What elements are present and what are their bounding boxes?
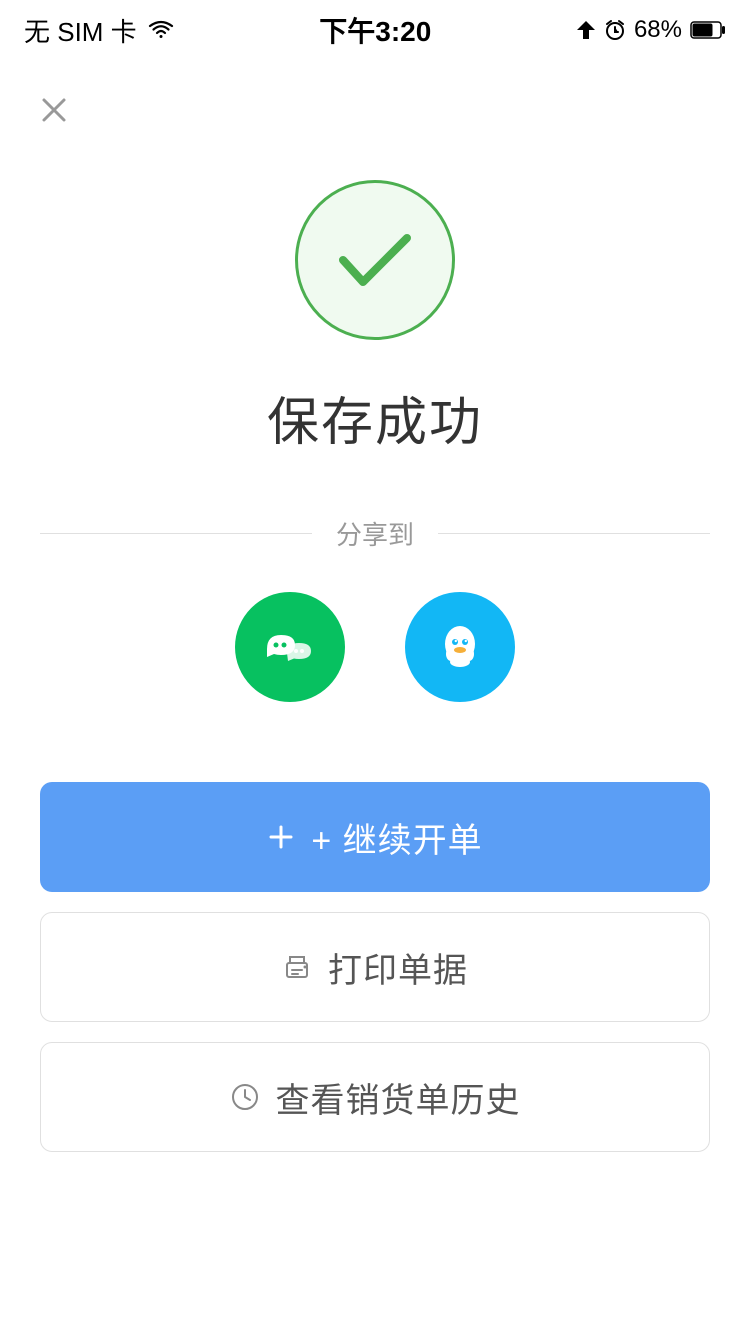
print-label: 打印单据 [328,943,468,992]
no-sim-text: 无 SIM 卡 [24,12,137,49]
qq-icon [429,616,491,678]
main-content: 保存成功 分享到 [0,160,750,1334]
battery-percent: 68% [634,16,682,44]
share-wechat-button[interactable] [235,592,345,702]
continue-button[interactable]: + 继续开单 [40,782,710,892]
share-qq-button[interactable] [405,592,515,702]
divider-left [40,533,312,534]
status-right: 68% [576,16,726,44]
close-button[interactable] [24,80,84,140]
share-divider: 分享到 [40,515,710,552]
battery-icon [690,21,726,39]
divider-right [438,533,710,534]
success-circle [295,180,455,340]
history-icon [230,1082,260,1112]
checkmark-icon [335,230,415,290]
status-left: 无 SIM 卡 [24,12,175,49]
history-label: 查看销货单历史 [276,1073,521,1122]
plus-icon [267,823,295,851]
continue-label: + 继续开单 [311,813,482,862]
status-time: 下午3:20 [319,10,431,50]
wechat-icon [259,621,321,673]
alarm-icon [604,19,626,41]
actions: + 继续开单 打印单据 查看销货单历史 [40,782,710,1152]
share-row [235,592,515,702]
print-icon [282,953,312,981]
print-button[interactable]: 打印单据 [40,912,710,1022]
success-title: 保存成功 [267,380,483,455]
location-icon [576,20,596,40]
status-bar: 无 SIM 卡 下午3:20 68% [0,0,750,60]
history-button[interactable]: 查看销货单历史 [40,1042,710,1152]
wifi-icon [147,20,175,40]
share-label: 分享到 [312,515,438,552]
